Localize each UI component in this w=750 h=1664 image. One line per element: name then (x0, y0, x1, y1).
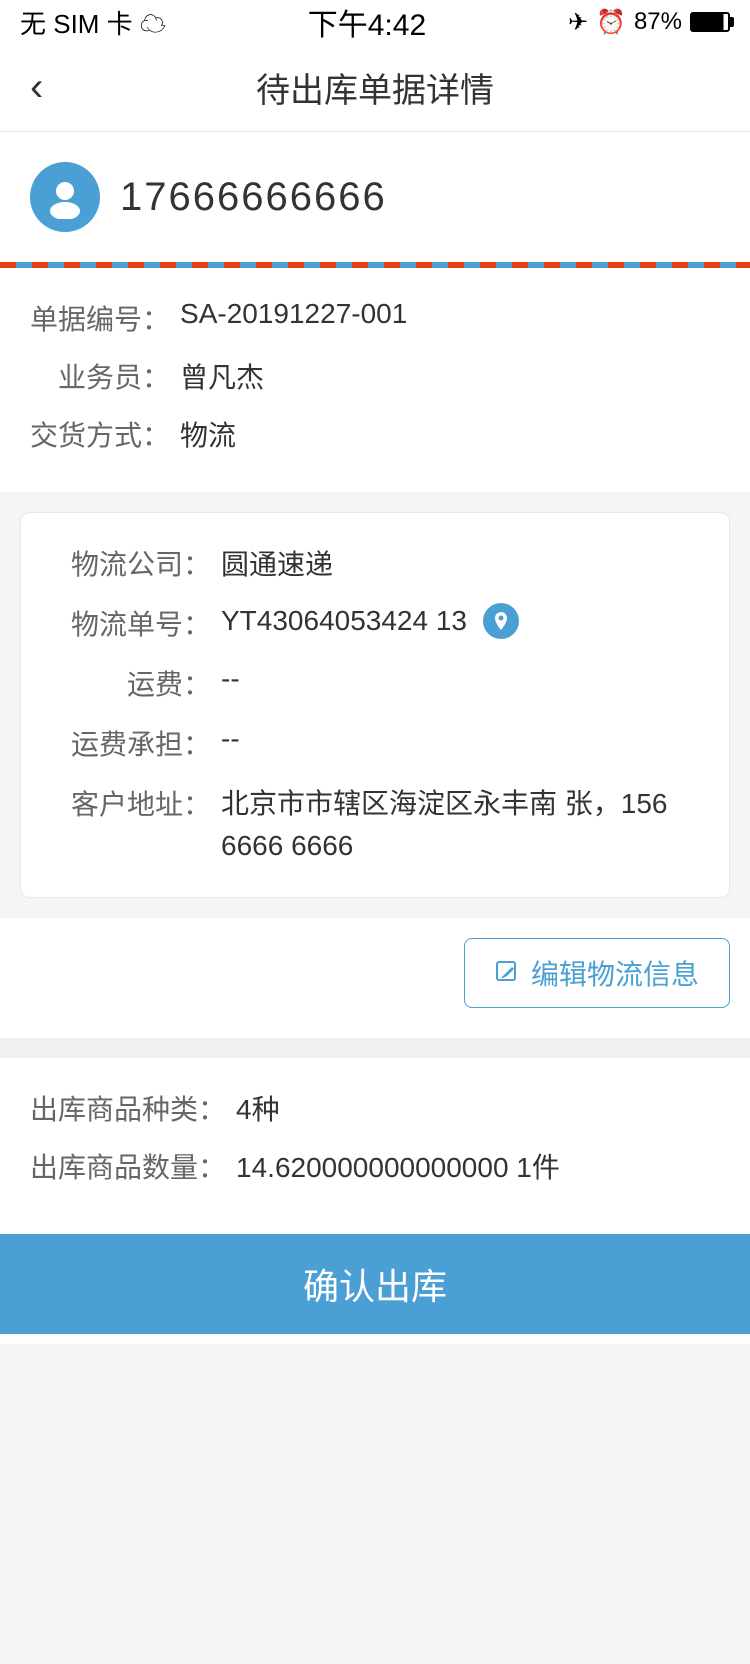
goods-section: 出库商品种类： 4种 出库商品数量： 14.620000000000000 1件 (0, 1058, 750, 1224)
goods-quantity-value: 14.620000000000000 1件 (236, 1146, 720, 1186)
logistics-tracking-value: YT43064053424 13 (221, 603, 699, 639)
bottom-area (0, 1344, 750, 1544)
sim-status: 无 SIM 卡 ☁ (20, 4, 166, 41)
edit-icon (495, 960, 521, 986)
tracking-number: YT43064053424 13 (221, 605, 467, 637)
goods-quantity-row: 出库商品数量： 14.620000000000000 1件 (30, 1146, 720, 1186)
goods-type-label: 出库商品种类： (30, 1088, 226, 1128)
freight-label: 运费： (51, 663, 211, 703)
delivery-value: 物流 (180, 414, 720, 454)
edit-btn-row: 编辑物流信息 (0, 918, 750, 1038)
avatar (30, 162, 100, 232)
separator (0, 1038, 750, 1058)
status-bar: 无 SIM 卡 ☁ 下午4:42 ✈ ⏰ 87% (0, 0, 750, 44)
status-time: 下午4:42 (308, 0, 426, 44)
address-value: 北京市市辖区海淀区永丰南 张，156 6666 6666 (221, 783, 699, 867)
logistics-tracking-row: 物流单号： YT43064053424 13 (51, 603, 699, 643)
status-left: 无 SIM 卡 ☁ (20, 4, 166, 41)
back-button[interactable]: ‹ (30, 65, 43, 110)
logistics-company-row: 物流公司： 圆通速递 (51, 543, 699, 583)
content-area: 17666666666 单据编号： SA-20191227-001 业务员： 曾… (0, 132, 750, 1664)
location-status-icon: ✈ (568, 8, 588, 37)
user-section: 17666666666 (0, 132, 750, 262)
doc-number-label: 单据编号： (30, 298, 170, 338)
goods-type-value: 4种 (236, 1088, 720, 1128)
salesperson-row: 业务员： 曾凡杰 (30, 356, 720, 396)
address-row: 客户地址： 北京市市辖区海淀区永丰南 张，156 6666 6666 (51, 783, 699, 867)
edit-btn-label: 编辑物流信息 (531, 953, 699, 993)
goods-quantity-label: 出库商品数量： (30, 1146, 226, 1186)
doc-number-row: 单据编号： SA-20191227-001 (30, 298, 720, 338)
logistics-company-value: 圆通速递 (221, 543, 699, 583)
freight-row: 运费： -- (51, 663, 699, 703)
user-phone: 17666666666 (120, 175, 387, 220)
logistics-company-label: 物流公司： (51, 543, 211, 583)
freight-bearer-label: 运费承担： (51, 723, 211, 763)
confirm-label: 确认出库 (303, 1258, 447, 1310)
goods-type-row: 出库商品种类： 4种 (30, 1088, 720, 1128)
delivery-row: 交货方式： 物流 (30, 414, 720, 454)
delivery-label: 交货方式： (30, 414, 170, 454)
alarm-icon: ⏰ (596, 8, 626, 37)
salesperson-label: 业务员： (30, 356, 170, 396)
order-info-section: 单据编号： SA-20191227-001 业务员： 曾凡杰 交货方式： 物流 (0, 268, 750, 492)
page-title: 待出库单据详情 (256, 63, 494, 112)
salesperson-value: 曾凡杰 (180, 356, 720, 396)
battery-level: 87% (634, 8, 682, 36)
address-label: 客户地址： (51, 783, 211, 823)
nav-bar: ‹ 待出库单据详情 (0, 44, 750, 132)
battery-icon (690, 12, 730, 32)
edit-logistics-button[interactable]: 编辑物流信息 (464, 938, 730, 1008)
confirm-button[interactable]: 确认出库 (0, 1234, 750, 1334)
logistics-tracking-label: 物流单号： (51, 603, 211, 643)
logistics-card: 物流公司： 圆通速递 物流单号： YT43064053424 13 运费： --… (20, 512, 730, 898)
freight-value: -- (221, 663, 699, 695)
freight-bearer-value: -- (221, 723, 699, 755)
freight-bearer-row: 运费承担： -- (51, 723, 699, 763)
status-right: ✈ ⏰ 87% (568, 8, 730, 37)
doc-number-value: SA-20191227-001 (180, 298, 720, 330)
location-icon[interactable] (483, 603, 519, 639)
